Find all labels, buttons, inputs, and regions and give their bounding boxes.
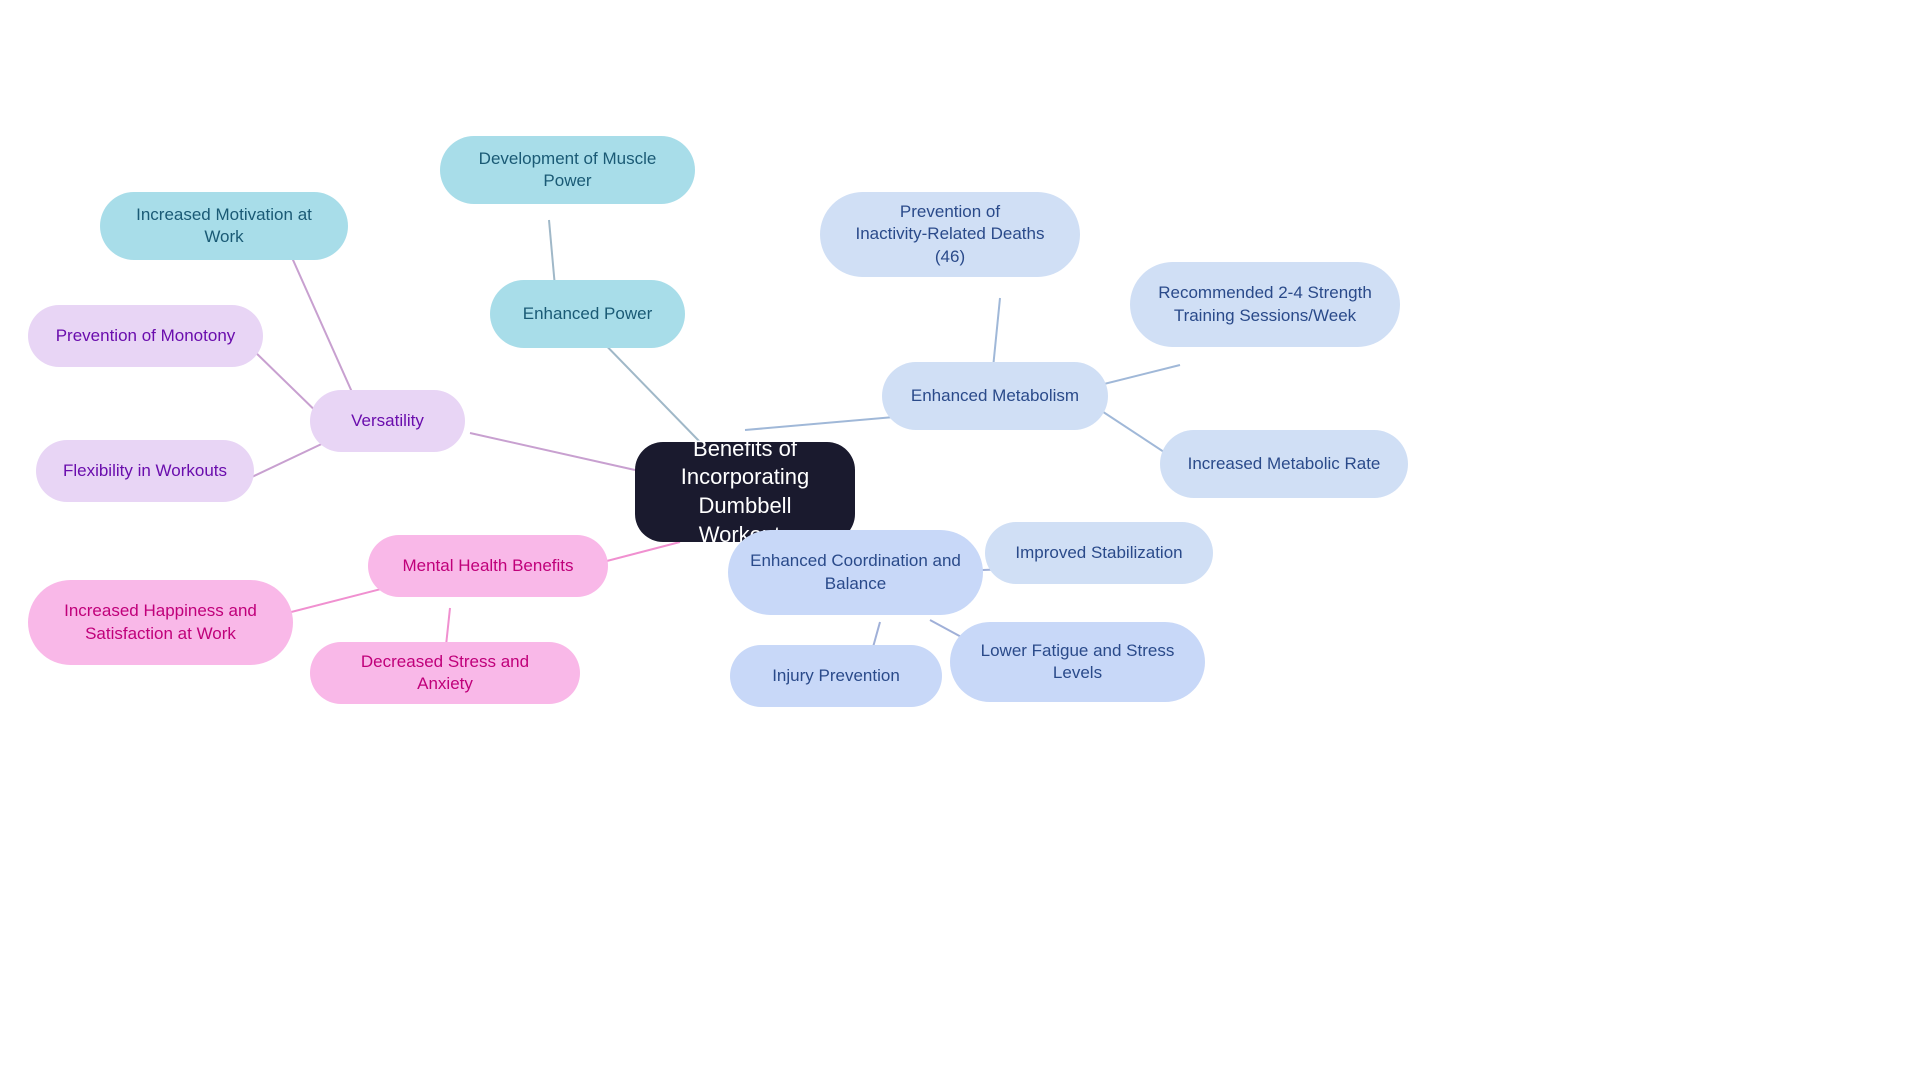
enhanced-metabolism-node: Enhanced Metabolism <box>882 362 1108 430</box>
improved-stabilization-label: Improved Stabilization <box>1015 542 1182 564</box>
recommended-sessions-node: Recommended 2-4 Strength Training Sessio… <box>1130 262 1400 347</box>
improved-stabilization-node: Improved Stabilization <box>985 522 1213 584</box>
prevention-monotony-node: Prevention of Monotony <box>28 305 263 367</box>
enhanced-metabolism-label: Enhanced Metabolism <box>911 385 1079 407</box>
development-muscle-label: Development of Muscle Power <box>462 148 673 192</box>
center-node: Benefits of Incorporating Dumbbell Worko… <box>635 442 855 542</box>
prevention-inactivity-node: Prevention of Inactivity-Related Deaths … <box>820 192 1080 277</box>
decreased-stress-label: Decreased Stress and Anxiety <box>332 651 558 695</box>
enhanced-power-label: Enhanced Power <box>523 303 652 325</box>
increased-happiness-label: Increased Happiness and Satisfaction at … <box>64 600 257 644</box>
enhanced-coordination-node: Enhanced Coordination and Balance <box>728 530 983 615</box>
lower-fatigue-label: Lower Fatigue and Stress Levels <box>981 640 1175 684</box>
prevention-monotony-label: Prevention of Monotony <box>56 325 236 347</box>
versatility-label: Versatility <box>351 410 424 432</box>
flexibility-workouts-node: Flexibility in Workouts <box>36 440 254 502</box>
versatility-node: Versatility <box>310 390 465 452</box>
increased-metabolic-node: Increased Metabolic Rate <box>1160 430 1408 498</box>
development-muscle-node: Development of Muscle Power <box>440 136 695 204</box>
increased-happiness-node: Increased Happiness and Satisfaction at … <box>28 580 293 665</box>
mental-health-label: Mental Health Benefits <box>402 555 573 577</box>
lower-fatigue-node: Lower Fatigue and Stress Levels <box>950 622 1205 702</box>
mental-health-node: Mental Health Benefits <box>368 535 608 597</box>
increased-metabolic-label: Increased Metabolic Rate <box>1188 453 1381 475</box>
prevention-inactivity-label: Prevention of Inactivity-Related Deaths … <box>842 201 1058 267</box>
flexibility-workouts-label: Flexibility in Workouts <box>63 460 227 482</box>
enhanced-coordination-label: Enhanced Coordination and Balance <box>750 550 961 594</box>
decreased-stress-node: Decreased Stress and Anxiety <box>310 642 580 704</box>
increased-motivation-node: Increased Motivation at Work <box>100 192 348 260</box>
increased-motivation-label: Increased Motivation at Work <box>122 204 326 248</box>
recommended-sessions-label: Recommended 2-4 Strength Training Sessio… <box>1158 282 1372 326</box>
enhanced-power-node: Enhanced Power <box>490 280 685 348</box>
injury-prevention-label: Injury Prevention <box>772 665 900 687</box>
injury-prevention-node: Injury Prevention <box>730 645 942 707</box>
